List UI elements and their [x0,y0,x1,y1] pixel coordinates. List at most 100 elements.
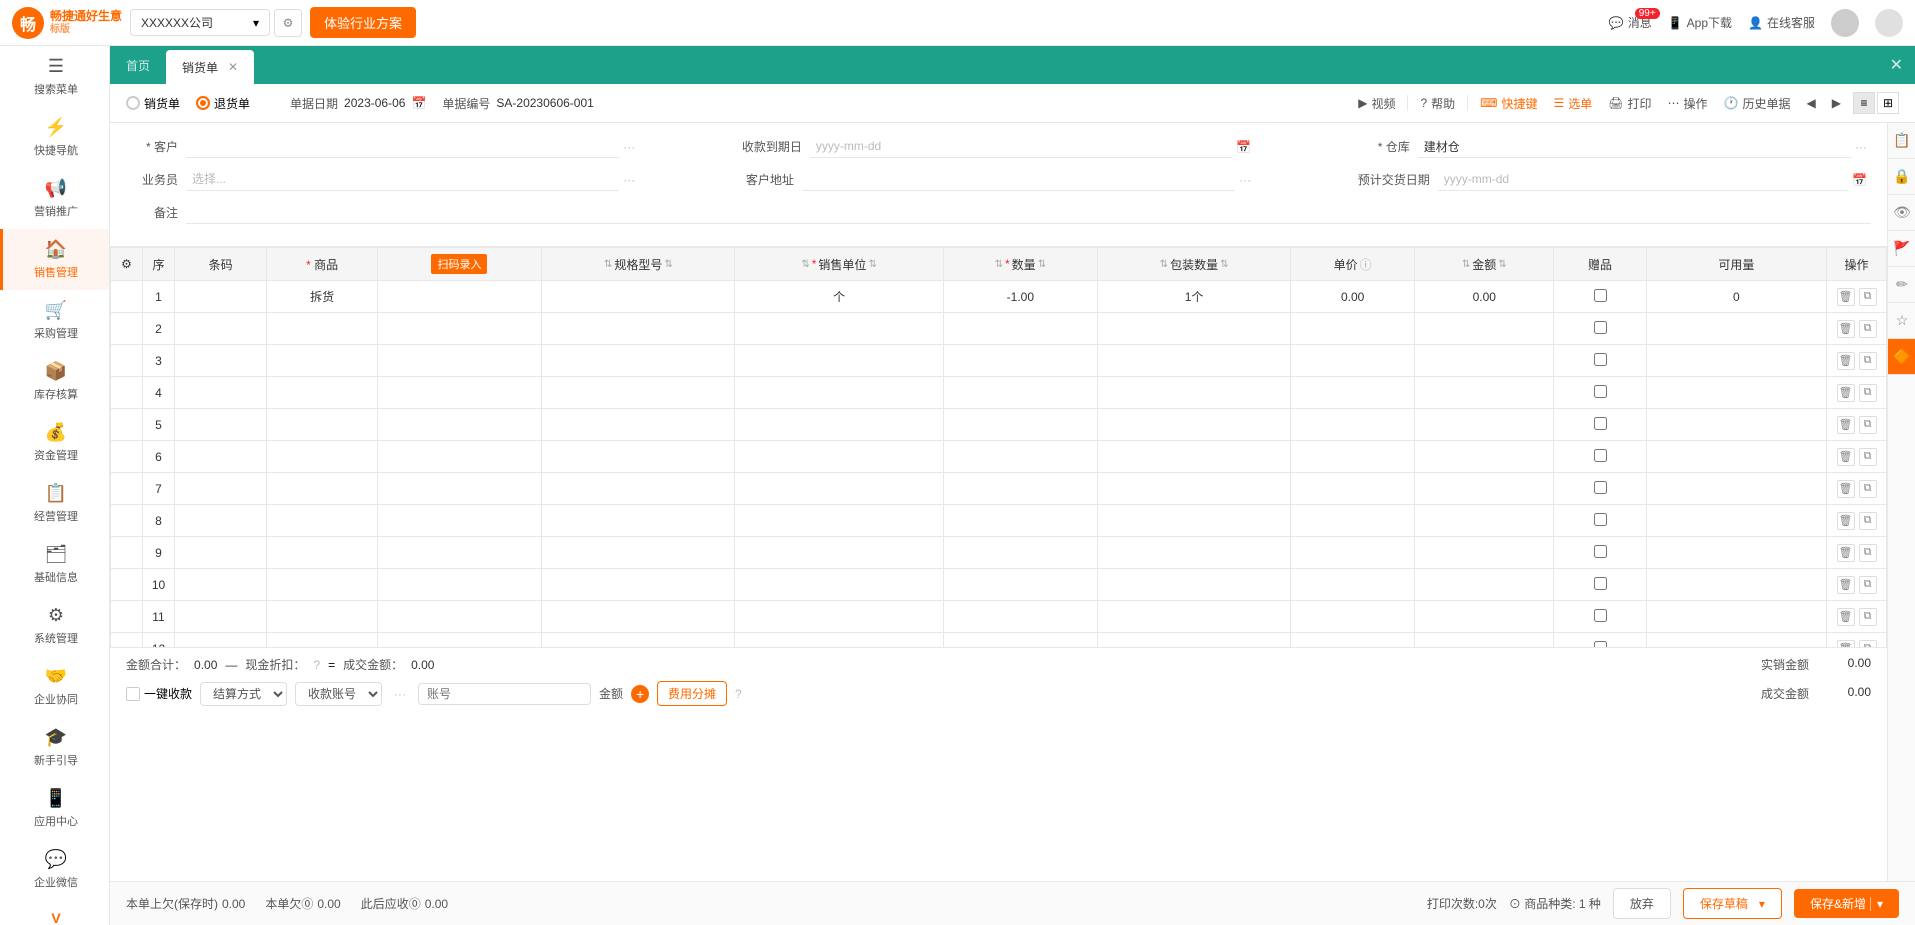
toolbar-shortcut-btn[interactable]: ⌨ 快捷键 [1476,93,1541,114]
copy-icon[interactable]: ⧉ [1859,448,1877,466]
copy-icon[interactable]: ⧉ [1859,576,1877,594]
layout-grid-btn[interactable]: ⊞ [1877,92,1899,114]
copy-icon[interactable]: ⧉ [1859,640,1877,648]
toolbar-prev-btn[interactable]: ◀ [1803,94,1820,112]
save-new-arrow[interactable]: ▾ [1870,897,1883,911]
cell-barcode-1[interactable] [175,281,267,313]
calendar-icon[interactable]: 📅 [411,96,426,110]
receive-date-calendar-icon[interactable]: 📅 [1232,140,1255,154]
sidebar-item-enterprise[interactable]: 🤝 企业协同 [0,656,109,717]
sidebar-item-app-center[interactable]: 📱 应用中心 [0,778,109,839]
sidebar-item-system[interactable]: ⚙ 系统管理 [0,595,109,656]
trial-button[interactable]: 体验行业方案 [310,7,416,38]
delete-icon[interactable]: 🗑 [1837,576,1855,594]
fees-btn[interactable]: 费用分摊 [657,681,727,706]
layout-list-btn[interactable]: ≡ [1853,92,1875,114]
gift-checkbox[interactable] [1594,545,1607,558]
gift-checkbox[interactable] [1594,641,1607,648]
copy-icon[interactable]: ⧉ [1859,352,1877,370]
delete-icon[interactable]: 🗑 [1837,512,1855,530]
customer-dots-btn[interactable]: ··· [619,140,639,154]
account-select[interactable]: 收款账号 [295,682,382,706]
sidebar-item-purchase[interactable]: 🛒 采购管理 [0,290,109,351]
delete-icon[interactable]: 🗑 [1837,416,1855,434]
delete-icon[interactable]: 🗑 [1837,608,1855,626]
delete-icon[interactable]: 🗑 [1837,640,1855,648]
gift-checkbox[interactable] [1594,353,1607,366]
amount-input[interactable] [418,683,591,705]
customer-addr-input[interactable] [802,168,1235,191]
delete-icon-1[interactable]: 🗑 [1837,288,1855,306]
gift-checkbox[interactable] [1594,417,1607,430]
delete-icon[interactable]: 🗑 [1837,384,1855,402]
sidebar-item-quick-nav[interactable]: ⚡ 快捷导航 [0,107,109,168]
copy-icon[interactable]: ⧉ [1859,480,1877,498]
remark-input[interactable] [186,201,1871,224]
right-action-5[interactable]: ✏ [1888,267,1915,303]
right-action-orange[interactable]: 🔶 [1888,339,1915,375]
sidebar-item-wechat[interactable]: 💬 企业微信 [0,839,109,900]
tab-close-icon[interactable]: ✕ [228,60,238,74]
gift-checkbox[interactable] [1594,385,1607,398]
toolbar-video-btn[interactable]: ▶ 视频 [1354,93,1399,114]
sidebar-item-search[interactable]: ☰ 搜索菜单 [0,46,109,107]
save-draft-btn[interactable]: 保存草稿 ▾ [1683,888,1782,919]
gift-checkbox[interactable] [1594,609,1607,622]
right-action-6[interactable]: ☆ [1888,303,1915,339]
toolbar-next-btn[interactable]: ▶ [1828,94,1845,112]
sidebar-item-operations[interactable]: 📋 经营管理 [0,473,109,534]
copy-icon-1[interactable]: ⧉ [1859,288,1877,306]
sidebar-item-newbie[interactable]: 🎓 新手引导 [0,717,109,778]
scan-btn[interactable]: 扫码录入 [431,254,487,274]
cell-spec-1[interactable] [542,281,735,313]
cell-qty-1[interactable]: -1.00 [943,281,1097,313]
copy-icon[interactable]: ⧉ [1859,320,1877,338]
warehouse-input[interactable] [1418,135,1851,158]
abandon-btn[interactable]: 放弃 [1613,888,1671,919]
gear-button[interactable]: ⚙ [274,9,302,37]
right-action-4[interactable]: 🚩 [1888,231,1915,267]
save-draft-arrow[interactable]: ▾ [1752,897,1765,911]
cell-amount-1[interactable]: 0.00 [1415,281,1554,313]
one-click-collect-checkbox[interactable]: 一键收款 [126,685,192,702]
cell-unit-1[interactable]: 个 [735,281,943,313]
th-scan[interactable]: 扫码录入 [377,248,541,281]
message-button[interactable]: 💬 消息 99+ [1609,14,1652,31]
warehouse-dots-btn[interactable]: ··· [1851,140,1871,154]
delete-icon[interactable]: 🗑 [1837,448,1855,466]
one-click-checkbox[interactable] [126,687,140,701]
tab-close-all-btn[interactable]: ✕ [1878,55,1915,75]
sidebar-item-member[interactable]: V 畅会员 [0,900,109,925]
copy-icon[interactable]: ⧉ [1859,544,1877,562]
right-action-2[interactable]: 🔒 [1888,159,1915,195]
company-selector[interactable]: XXXXXX公司 ▾ [130,9,270,36]
radio-return[interactable]: 退货单 [196,95,250,112]
sidebar-item-basics[interactable]: 🗂 基础信息 [0,534,109,595]
save-new-btn[interactable]: 保存&新增 ▾ [1794,889,1899,918]
toolbar-print-btn[interactable]: 🖨 打印 [1604,93,1655,114]
salesperson-input[interactable] [186,168,619,191]
radio-sales[interactable]: 销货单 [126,95,180,112]
gift-checkbox-1[interactable] [1594,289,1607,302]
copy-icon[interactable]: ⧉ [1859,416,1877,434]
sidebar-item-inventory[interactable]: 📦 库存核算 [0,351,109,412]
customer-addr-dots-btn[interactable]: ··· [1235,173,1255,187]
add-btn[interactable]: + [631,685,649,703]
toolbar-operate-btn[interactable]: ⋯ 操作 [1664,93,1712,114]
cell-pkg-qty-1[interactable]: 1个 [1097,281,1290,313]
expected-date-input[interactable] [1438,168,1848,191]
gift-checkbox[interactable] [1594,481,1607,494]
gift-checkbox[interactable] [1594,449,1607,462]
right-action-3[interactable]: 👁 [1888,195,1915,231]
sidebar-item-marketing[interactable]: 📢 营销推广 [0,168,109,229]
settlement-method-select[interactable]: 结算方式 [200,682,287,706]
expected-date-calendar-icon[interactable]: 📅 [1848,173,1871,187]
cell-unit-price-1[interactable]: 0.00 [1291,281,1415,313]
tab-home[interactable]: 首页 [110,46,166,84]
copy-icon[interactable]: ⧉ [1859,512,1877,530]
customer-input[interactable] [186,135,619,158]
delete-icon[interactable]: 🗑 [1837,480,1855,498]
tab-sales-order[interactable]: 销货单 ✕ [166,50,254,84]
salesperson-dots-btn[interactable]: ··· [619,173,639,187]
avatar2[interactable] [1875,9,1903,37]
